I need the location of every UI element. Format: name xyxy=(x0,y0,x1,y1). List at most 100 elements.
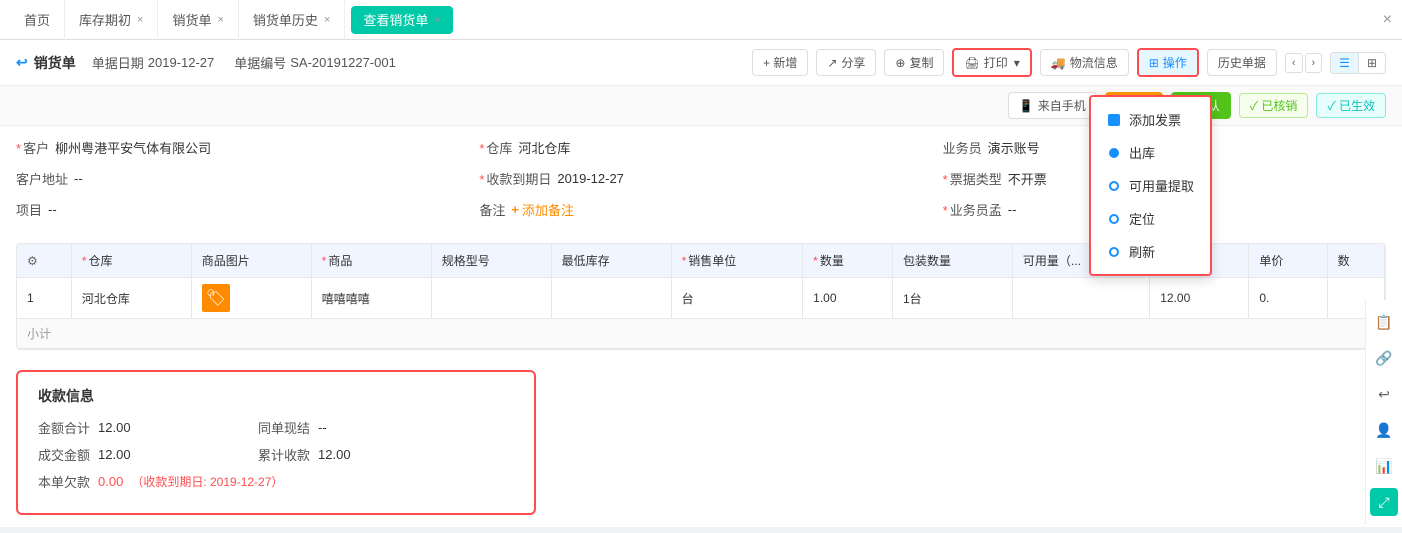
col-warehouse: 仓库 xyxy=(71,244,191,278)
row-product-img: 🏷 xyxy=(191,278,311,319)
payment-card: 收款信息 金额合计 12.00 同单现结 -- 成交金额 12.00 累计收款 xyxy=(16,370,536,515)
ticket-type-value[interactable]: 不开票 xyxy=(1008,169,1047,188)
new-button[interactable]: + 新增 xyxy=(752,49,808,76)
tab-close-history[interactable]: × xyxy=(324,14,330,26)
payment-date-label: 收款到期日 xyxy=(479,169,551,188)
voided-status-button[interactable]: ✓ 已核销 xyxy=(1239,93,1309,118)
from-phone-button[interactable]: 📱 来自手机 xyxy=(1008,92,1097,119)
row-pack-qty[interactable]: 1台 xyxy=(892,278,1012,319)
row-available[interactable] xyxy=(1012,278,1149,319)
effective-status-button[interactable]: ✓ 已生效 xyxy=(1316,93,1386,118)
doc-date-label: 单据日期 2019-12-27 xyxy=(92,53,215,72)
project-value[interactable]: -- xyxy=(48,202,57,217)
remark-field: 备注 + 添加备注 xyxy=(479,200,922,219)
row-spec[interactable] xyxy=(431,278,551,319)
dropdown-item-refresh[interactable]: 刷新 xyxy=(1091,235,1210,268)
sidebar-icon-4[interactable]: 👤 xyxy=(1370,416,1398,444)
tab-check-sales[interactable]: 查看销货单 × xyxy=(351,6,452,34)
grid-view-button[interactable]: ⊞ xyxy=(1359,53,1385,73)
same-order-label: 同单现结 xyxy=(258,418,310,437)
row-sales-unit[interactable]: 台 xyxy=(671,278,803,319)
product-image: 🏷 xyxy=(202,284,230,312)
dropdown-item-locate[interactable]: 定位 xyxy=(1091,202,1210,235)
col-product-img: 商品图片 xyxy=(191,244,311,278)
add-remark-button[interactable]: + 添加备注 xyxy=(511,200,574,219)
row-unit-price[interactable]: 0. xyxy=(1249,278,1327,319)
col-product: 商品 xyxy=(311,244,431,278)
payment-row-1: 金额合计 12.00 同单现结 -- xyxy=(38,418,514,437)
payment-row-2: 成交金额 12.00 累计收款 12.00 xyxy=(38,445,514,464)
product-img-icon: 🏷 xyxy=(206,288,226,308)
table-row: 1 河北仓库 🏷 嘻嘻嘻嘻 台 1.00 1台 12.00 0. xyxy=(17,278,1385,319)
refresh-icon xyxy=(1107,245,1121,259)
remark-label: 备注 xyxy=(479,200,505,219)
customer-field: 客户 柳州粤港平安气体有限公司 xyxy=(16,138,459,157)
tab-sales-history[interactable]: 销货单历史 × xyxy=(239,0,345,40)
sales-staff-label: 业务员孟 xyxy=(943,200,1002,219)
prev-button[interactable]: ‹ xyxy=(1285,53,1303,73)
project-field: 项目 -- xyxy=(16,200,459,219)
next-button[interactable]: › xyxy=(1305,53,1323,73)
row-min-stock[interactable] xyxy=(551,278,671,319)
nav-arrows: ‹ › xyxy=(1285,53,1322,73)
tab-inventory-init[interactable]: 库存期初 × xyxy=(65,0,158,40)
phone-icon: 📱 xyxy=(1019,99,1034,113)
col-settings[interactable]: ⚙ xyxy=(17,244,71,278)
tab-home[interactable]: 首页 xyxy=(10,0,65,40)
locate-icon xyxy=(1107,212,1121,226)
tab-close-sales[interactable]: × xyxy=(217,14,223,26)
sidebar-icon-1[interactable]: 📋 xyxy=(1370,308,1398,336)
payment-date-value[interactable]: 2019-12-27 xyxy=(557,171,624,186)
tab-close-check-sales[interactable]: × xyxy=(434,14,440,26)
settings-icon: ⚙ xyxy=(27,254,38,268)
warehouse-value[interactable]: 河北仓库 xyxy=(518,138,570,157)
window-close-button[interactable]: × xyxy=(1383,11,1392,29)
warehouse-label: 仓库 xyxy=(479,138,512,157)
bottom-info: 收款信息 金额合计 12.00 同单现结 -- 成交金额 12.00 累计收款 xyxy=(0,358,1402,527)
cumulative-item: 累计收款 12.00 xyxy=(258,445,438,464)
doc-icon: ↩ xyxy=(16,54,28,71)
list-view-button[interactable]: ☰ xyxy=(1331,53,1359,73)
copy-icon: ⊕ xyxy=(895,56,905,70)
invoice-icon xyxy=(1107,113,1121,127)
address-value[interactable]: -- xyxy=(74,171,83,186)
sidebar-icon-6[interactable]: ⤢ xyxy=(1370,488,1398,516)
total-amount-label: 金额合计 xyxy=(38,418,90,437)
logistics-button[interactable]: 🚚 物流信息 xyxy=(1040,49,1129,76)
due-hint: （收款到期日: 2019-12-27） xyxy=(131,473,283,490)
share-icon: ↗ xyxy=(827,56,837,70)
subtotal-row: 小计 xyxy=(17,319,1385,349)
dropdown-item-outbound[interactable]: 出库 xyxy=(1091,136,1210,169)
same-order-value: -- xyxy=(318,420,327,435)
dropdown-item-invoice[interactable]: 添加发票 xyxy=(1091,103,1210,136)
sales-staff-value[interactable]: -- xyxy=(1008,202,1017,217)
row-quantity[interactable]: 1.00 xyxy=(803,278,893,319)
operations-button[interactable]: ⊞ 操作 xyxy=(1137,48,1199,77)
ticket-type-label: 票据类型 xyxy=(943,169,1002,188)
print-dropdown-arrow[interactable]: ▾ xyxy=(1014,56,1020,70)
row-stock: 12.00 xyxy=(1150,278,1249,319)
cumulative-label: 累计收款 xyxy=(258,445,310,464)
sidebar-icon-2[interactable]: 🔗 xyxy=(1370,344,1398,372)
share-button[interactable]: ↗ 分享 xyxy=(816,49,876,76)
right-sidebar: 📋 🔗 ↩ 👤 📊 ⤢ xyxy=(1365,300,1402,524)
row-warehouse[interactable]: 河北仓库 xyxy=(71,278,191,319)
print-button[interactable]: 🖨 打印 ▾ xyxy=(952,48,1031,77)
history-button[interactable]: 历史单据 xyxy=(1207,49,1277,76)
print-icon: 🖨 xyxy=(964,56,979,70)
address-label: 客户地址 xyxy=(16,169,68,188)
col-pack-qty: 包装数量 xyxy=(892,244,1012,278)
dropdown-item-available[interactable]: 可用量提取 xyxy=(1091,169,1210,202)
customer-value[interactable]: 柳州粤港平安气体有限公司 xyxy=(55,138,211,157)
col-quantity: 数量 xyxy=(803,244,893,278)
outbound-icon xyxy=(1107,146,1121,160)
payment-date-field: 收款到期日 2019-12-27 xyxy=(479,169,922,188)
tab-bar: 首页 库存期初 × 销货单 × 销货单历史 × 查看销货单 × × xyxy=(0,0,1402,40)
sidebar-icon-3[interactable]: ↩ xyxy=(1370,380,1398,408)
sidebar-icon-5[interactable]: 📊 xyxy=(1370,452,1398,480)
tab-sales-order[interactable]: 销货单 × xyxy=(158,0,238,40)
row-product[interactable]: 嘻嘻嘻嘻 xyxy=(311,278,431,319)
tab-close-inventory[interactable]: × xyxy=(137,14,143,26)
copy-button[interactable]: ⊕ 复制 xyxy=(884,49,944,76)
address-field: 客户地址 -- xyxy=(16,169,459,188)
